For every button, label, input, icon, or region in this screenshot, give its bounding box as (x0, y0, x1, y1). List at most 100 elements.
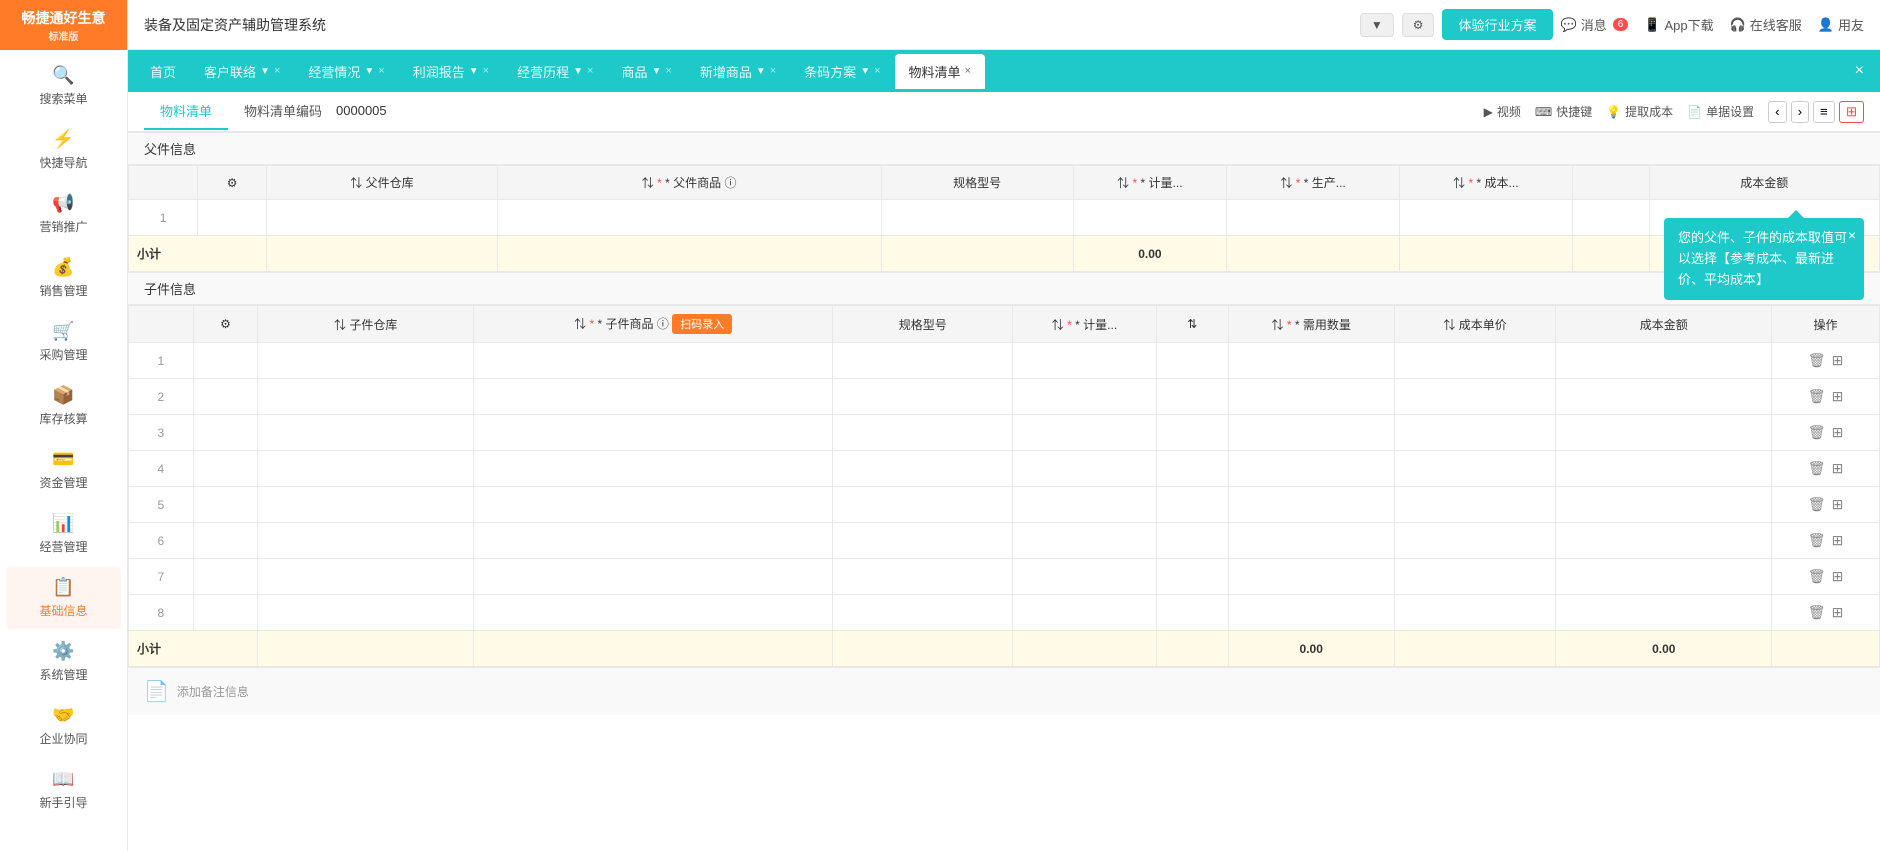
child-row-qty[interactable] (1228, 379, 1394, 415)
close-icon[interactable]: × (665, 65, 671, 77)
view-btn[interactable]: ▶ 视频 (1484, 103, 1521, 120)
copy-icon[interactable]: ⊞ (1832, 424, 1844, 441)
child-row-unit[interactable] (1013, 343, 1157, 379)
tab-goods[interactable]: 商品 ▼ × (607, 54, 685, 89)
child-row-warehouse[interactable] (258, 595, 474, 631)
tab-home[interactable]: 首页 (136, 54, 190, 89)
close-icon[interactable]: × (274, 65, 280, 77)
single-settings-btn[interactable]: 📄 单据设置 (1687, 103, 1754, 120)
trial-btn[interactable]: 体验行业方案 (1442, 9, 1552, 40)
child-row-qty[interactable] (1228, 487, 1394, 523)
child-row-qty[interactable] (1228, 343, 1394, 379)
prev-page-btn[interactable]: ‹ (1768, 101, 1786, 123)
close-icon[interactable]: × (587, 65, 593, 77)
child-row-unit[interactable] (1013, 415, 1157, 451)
tab-history[interactable]: 经营历程 ▼ × (503, 54, 607, 89)
tab-customers[interactable]: 客户联络 ▼ × (190, 54, 294, 89)
copy-icon[interactable]: ⊞ (1832, 496, 1844, 513)
layout-btn[interactable]: ≡ (1813, 101, 1835, 123)
child-col-settings-header[interactable]: ⚙ (193, 306, 258, 343)
copy-icon[interactable]: ⊞ (1832, 604, 1844, 621)
parent-row-cost[interactable] (1399, 200, 1572, 236)
delete-icon[interactable]: 🗑 (1808, 460, 1826, 477)
expand-btn[interactable]: ⊞ (1839, 101, 1864, 123)
next-page-btn[interactable]: › (1791, 101, 1809, 123)
tab-profit[interactable]: 利润报告 ▼ × (399, 54, 503, 89)
child-row-qty[interactable] (1228, 523, 1394, 559)
child-row-unit[interactable] (1013, 523, 1157, 559)
copy-icon[interactable]: ⊞ (1832, 460, 1844, 477)
delete-icon[interactable]: 🗑 (1808, 532, 1826, 549)
child-row-qty[interactable] (1228, 595, 1394, 631)
close-icon[interactable]: × (483, 65, 489, 77)
sidebar-item-quick-nav[interactable]: ⚡ 快捷导航 (6, 119, 121, 181)
copy-icon[interactable]: ⊞ (1832, 352, 1844, 369)
sidebar-item-inventory[interactable]: 📦 库存核算 (6, 375, 121, 437)
parent-row-production[interactable] (1227, 200, 1400, 236)
child-row-product[interactable] (474, 523, 833, 559)
delete-icon[interactable]: 🗑 (1808, 388, 1826, 405)
child-row-product[interactable] (474, 559, 833, 595)
child-row-warehouse[interactable] (258, 559, 474, 595)
sidebar-item-basic[interactable]: 📋 基础信息 (6, 567, 121, 629)
sidebar-item-purchase[interactable]: 🛒 采购管理 (6, 311, 121, 373)
table-settings-icon[interactable]: ⚙ (227, 176, 238, 190)
scan-btn[interactable]: 扫码录入 (672, 314, 732, 334)
child-row-product[interactable] (474, 595, 833, 631)
sidebar-item-system[interactable]: ⚙️ 系统管理 (6, 631, 121, 693)
sidebar-item-search[interactable]: 🔍 搜索菜单 (6, 55, 121, 117)
extract-cost-btn[interactable]: 💡 提取成本 (1606, 103, 1673, 120)
parent-row-warehouse[interactable] (267, 200, 497, 236)
messages-btn[interactable]: 💬 消息 6 (1561, 15, 1629, 34)
child-row-unit[interactable] (1013, 559, 1157, 595)
tooltip-close-btn[interactable]: × (1848, 224, 1856, 246)
child-row-warehouse[interactable] (258, 379, 474, 415)
add-note-label[interactable]: 添加备注信息 (177, 683, 249, 700)
sidebar-item-sales[interactable]: 💰 销售管理 (6, 247, 121, 309)
child-row-product[interactable] (474, 487, 833, 523)
child-row-product[interactable] (474, 451, 833, 487)
copy-icon[interactable]: ⊞ (1832, 532, 1844, 549)
tab-barcode[interactable]: 条码方案 ▼ × (790, 54, 894, 89)
sub-tab-bom-list[interactable]: 物料清单 (144, 93, 228, 130)
tab-bom[interactable]: 物料清单 × (895, 54, 985, 89)
parent-col-settings-header[interactable]: ⚙ (198, 166, 267, 200)
app-download-btn[interactable]: 📱 App下载 (1644, 15, 1713, 34)
table-settings-icon[interactable]: ⚙ (220, 317, 231, 331)
delete-icon[interactable]: 🗑 (1808, 424, 1826, 441)
child-row-warehouse[interactable] (258, 523, 474, 559)
child-row-warehouse[interactable] (258, 451, 474, 487)
child-row-warehouse[interactable] (258, 415, 474, 451)
sidebar-item-guide[interactable]: 📖 新手引导 (6, 759, 121, 821)
copy-icon[interactable]: ⊞ (1832, 388, 1844, 405)
child-row-qty[interactable] (1228, 451, 1394, 487)
sidebar-item-marketing[interactable]: 📢 营销推广 (6, 183, 121, 245)
child-row-warehouse[interactable] (258, 343, 474, 379)
user-btn[interactable]: 👤 用友 (1818, 15, 1864, 34)
child-row-unit[interactable] (1013, 487, 1157, 523)
delete-icon[interactable]: 🗑 (1808, 604, 1826, 621)
note-icon[interactable]: 📄 (144, 679, 169, 704)
settings-btn[interactable]: ⚙ (1402, 13, 1435, 37)
delete-icon[interactable]: 🗑 (1808, 568, 1826, 585)
copy-icon[interactable]: ⊞ (1832, 568, 1844, 585)
shortcut-btn[interactable]: ⌨ 快捷键 (1535, 103, 1592, 120)
close-icon[interactable]: × (874, 65, 880, 77)
child-row-product[interactable] (474, 343, 833, 379)
tab-new-goods[interactable]: 新增商品 ▼ × (686, 54, 790, 89)
child-row-qty[interactable] (1228, 415, 1394, 451)
sidebar-item-operation[interactable]: 📊 经营管理 (6, 503, 121, 565)
child-row-warehouse[interactable] (258, 487, 474, 523)
child-row-product[interactable] (474, 379, 833, 415)
dropdown-btn[interactable]: ▼ (1360, 13, 1394, 37)
sidebar-item-finance[interactable]: 💳 资金管理 (6, 439, 121, 501)
child-row-product[interactable] (474, 415, 833, 451)
online-service-btn[interactable]: 🎧 在线客服 (1730, 15, 1802, 34)
sidebar-item-enterprise[interactable]: 🤝 企业协同 (6, 695, 121, 757)
close-icon[interactable]: × (770, 65, 776, 77)
sub-tab-bom-code[interactable]: 物料清单编码 0000005 (228, 93, 403, 130)
child-row-unit[interactable] (1013, 451, 1157, 487)
delete-icon[interactable]: 🗑 (1808, 352, 1826, 369)
parent-row-product[interactable] (497, 200, 881, 236)
child-row-unit[interactable] (1013, 595, 1157, 631)
